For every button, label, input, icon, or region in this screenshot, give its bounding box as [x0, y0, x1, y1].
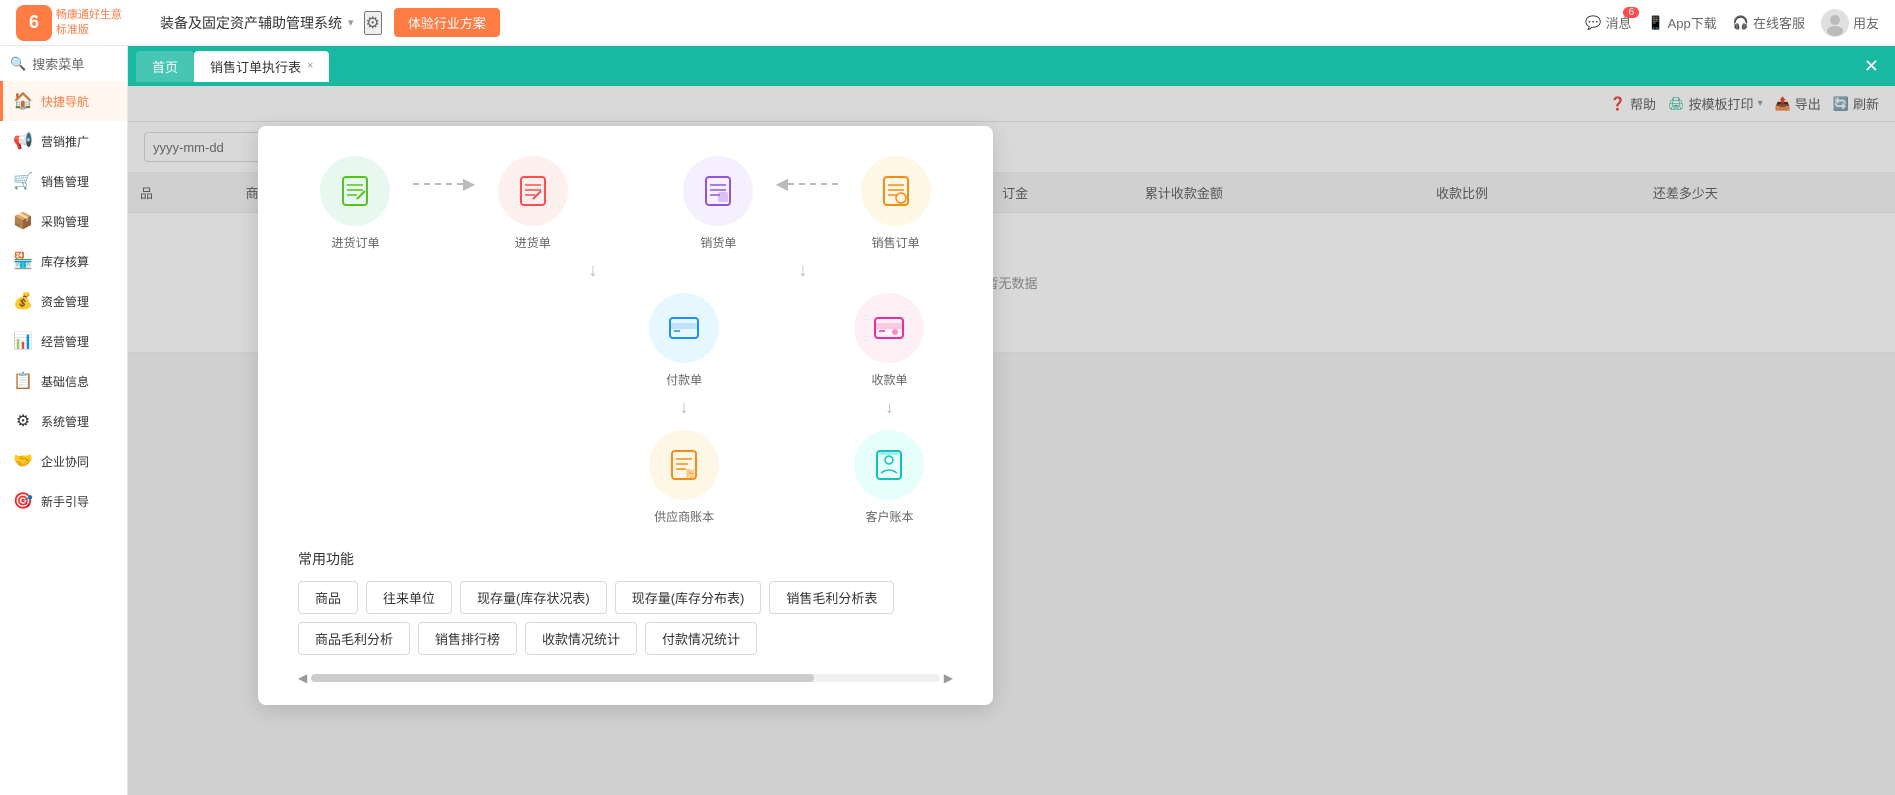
flow-row-1: 进货订单 ▶ [298, 156, 953, 251]
flow-down-arrows-row: ↓ ↓ [298, 261, 953, 279]
flow-row-2: 付款单 [298, 293, 953, 388]
quick-nav-modal: 进货订单 ▶ [258, 126, 993, 705]
sidebar-item-inventory[interactable]: 🏪 库存核算 [0, 241, 127, 281]
node-purchase-order[interactable]: 进货订单 [298, 156, 413, 251]
operation-icon: 📊 [13, 331, 33, 351]
node-payment-bill[interactable]: 付款单 [621, 293, 748, 388]
marketing-icon: 📢 [13, 131, 33, 151]
sidebar-item-purchase[interactable]: 📦 采购管理 [0, 201, 127, 241]
node-sales-bill[interactable]: 销货单 [661, 156, 776, 251]
tab-close-all-button[interactable]: ✕ [1856, 56, 1887, 77]
finance-icon: 💰 [13, 291, 33, 311]
settings-button[interactable]: ⚙ [364, 11, 382, 35]
search-icon: 🔍 [10, 56, 26, 72]
common-btn-stock-dist[interactable]: 现存量(库存分布表) [615, 581, 762, 614]
inventory-icon: 🏪 [13, 251, 33, 271]
scroll-left-icon[interactable]: ◀ [298, 671, 307, 685]
message-button[interactable]: 💬 消息 6 [1585, 13, 1631, 32]
svg-text:账: 账 [686, 469, 695, 479]
sidebar-item-sales[interactable]: 🛒 销售管理 [0, 161, 127, 201]
app-logo-icon: 6 [16, 5, 52, 41]
tab-sales-order[interactable]: 销售订单执行表 × [194, 51, 329, 82]
message-icon: 💬 [1585, 15, 1601, 31]
common-btn-stock-status[interactable]: 现存量(库存状况表) [460, 581, 607, 614]
common-btn-payment-stats[interactable]: 付款情况统计 [645, 622, 757, 655]
common-btn-sales-margin[interactable]: 销售毛利分析表 [769, 581, 894, 614]
phone-icon: 📱 [1647, 15, 1663, 31]
arrow-1: ▶ [413, 174, 475, 234]
common-btn-receipt-stats[interactable]: 收款情况统计 [525, 622, 637, 655]
tab-close-icon[interactable]: × [307, 60, 313, 72]
user-area[interactable]: 用友 [1821, 9, 1879, 37]
user-avatar [1821, 9, 1849, 37]
sidebar-item-system[interactable]: ⚙ 系统管理 [0, 401, 127, 441]
logo-text: 畅康通好生意 标准版 [56, 8, 122, 37]
basic-info-icon: 📋 [13, 371, 33, 391]
scrollbar-thumb [311, 674, 814, 682]
sidebar-item-guide[interactable]: 🎯 新手引导 [0, 481, 127, 521]
sidebar-item-enterprise[interactable]: 🤝 企业协同 [0, 441, 127, 481]
scroll-right-icon[interactable]: ▶ [944, 671, 953, 685]
tab-home[interactable]: 首页 [136, 51, 194, 82]
customer-account-circle [854, 430, 924, 500]
purchase-order-circle [320, 156, 390, 226]
purchase-bill-circle [498, 156, 568, 226]
flow-diagram: 进货订单 ▶ [298, 156, 953, 525]
purchase-icon: 📦 [13, 211, 33, 231]
main-area: 🔍 搜索菜单 🏠 快捷导航 📢 营销推广 🛒 销售管理 📦 采购管理 🏪 [0, 46, 1895, 795]
guide-icon: 🎯 [13, 491, 33, 511]
online-service-button[interactable]: 🎧 在线客服 [1733, 13, 1805, 32]
content-area: 首页 销售订单执行表 × ✕ ❓ 帮助 🖨 [128, 46, 1895, 795]
main-content: ❓ 帮助 🖨 按模板打印 ▾ 📤 导出 🔄 刷新 [128, 86, 1895, 795]
node-purchase-bill[interactable]: 进货单 [475, 156, 590, 251]
app-download-button[interactable]: 📱 App下载 [1647, 13, 1716, 32]
app-wrapper: 6 畅康通好生意 标准版 装备及固定资产辅助管理系统 ▾ ⚙ 体验行业方案 💬 … [0, 0, 1895, 795]
sales-icon: 🛒 [13, 171, 33, 191]
supplier-account-circle: 账 [649, 430, 719, 500]
arrow-2: ◀ [776, 174, 838, 234]
service-icon: 🎧 [1733, 15, 1749, 31]
title-dropdown-icon[interactable]: ▾ [348, 16, 354, 29]
search-menu-button[interactable]: 🔍 搜索菜单 [0, 46, 127, 81]
sidebar: 🔍 搜索菜单 🏠 快捷导航 📢 营销推广 🛒 销售管理 📦 采购管理 🏪 [0, 46, 128, 795]
node-sales-order[interactable]: 销售订单 [838, 156, 953, 251]
sidebar-item-basic-info[interactable]: 📋 基础信息 [0, 361, 127, 401]
modal-scrollbar: ◀ ▶ [298, 671, 953, 685]
scrollbar-track[interactable] [311, 674, 940, 682]
common-functions-title: 常用功能 [298, 549, 953, 569]
logo-area: 6 畅康通好生意 标准版 [16, 5, 144, 41]
home-icon: 🏠 [13, 91, 33, 111]
node-customer-account[interactable]: 客户账本 [826, 430, 953, 525]
node-receipt-bill[interactable]: 收款单 [826, 293, 953, 388]
common-btn-goods-margin[interactable]: 商品毛利分析 [298, 622, 410, 655]
sidebar-item-marketing[interactable]: 📢 营销推广 [0, 121, 127, 161]
receipt-bill-circle [854, 293, 924, 363]
tab-bar: 首页 销售订单执行表 × ✕ [128, 46, 1895, 86]
sidebar-item-quick-nav[interactable]: 🏠 快捷导航 [0, 81, 127, 121]
sidebar-item-operation[interactable]: 📊 经营管理 [0, 321, 127, 361]
system-icon: ⚙ [13, 411, 33, 431]
common-btn-goods[interactable]: 商品 [298, 581, 358, 614]
system-title: 装备及固定资产辅助管理系统 ▾ ⚙ 体验行业方案 [144, 8, 1585, 37]
top-bar: 6 畅康通好生意 标准版 装备及固定资产辅助管理系统 ▾ ⚙ 体验行业方案 💬 … [0, 0, 1895, 46]
sidebar-item-finance[interactable]: 💰 资金管理 [0, 281, 127, 321]
top-right-area: 💬 消息 6 📱 App下载 🎧 在线客服 用友 [1585, 9, 1879, 37]
node-supplier-account[interactable]: 账 供应商账本 [621, 430, 748, 525]
payment-bill-circle [649, 293, 719, 363]
sales-order-circle [861, 156, 931, 226]
flow-row-3: 账 供应商账本 [298, 430, 953, 525]
enterprise-icon: 🤝 [13, 451, 33, 471]
sales-bill-circle [683, 156, 753, 226]
common-buttons-area: 商品 往来单位 现存量(库存状况表) 现存量(库存分布表) 销售毛利分析表 商品… [298, 581, 953, 655]
common-btn-sales-rank[interactable]: 销售排行榜 [418, 622, 517, 655]
experience-button[interactable]: 体验行业方案 [394, 8, 500, 37]
common-btn-clients[interactable]: 往来单位 [366, 581, 452, 614]
flow-down-arrows-row-2: ↓ ↓ [298, 398, 953, 416]
